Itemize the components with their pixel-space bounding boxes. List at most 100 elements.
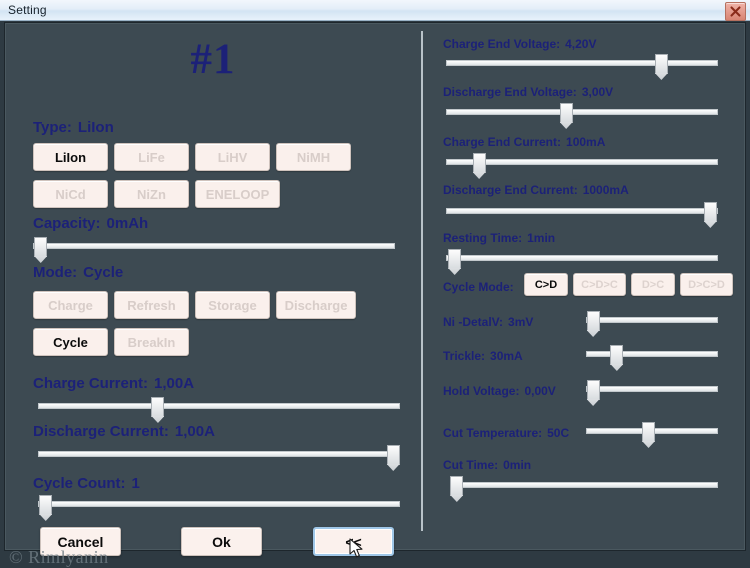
charge-end-voltage-slider[interactable] xyxy=(446,54,718,74)
slider-track xyxy=(33,243,395,249)
discharge-current-label-text: Discharge Current: xyxy=(33,423,169,440)
type-button-eneloop[interactable]: ENELOOP xyxy=(195,180,280,208)
title-bar: Setting xyxy=(0,0,750,21)
discharge-end-voltage-slider[interactable] xyxy=(446,103,718,123)
type-label-text: Type: xyxy=(33,119,72,136)
discharge-current-label: Discharge Current: 1,00A xyxy=(33,423,215,440)
cut-time-label: Cut Time: 0min xyxy=(443,458,531,472)
cycle-count-label-text: Cycle Count: xyxy=(33,475,126,492)
slider-thumb[interactable] xyxy=(448,249,462,269)
cycle-mode-button-d-c-d[interactable]: D>C>D xyxy=(680,273,733,296)
discharge-end-current-slider[interactable] xyxy=(446,202,718,222)
charge-current-slider[interactable] xyxy=(38,397,400,417)
watermark: © Rimlyanin xyxy=(9,547,109,567)
resting-time-slider[interactable] xyxy=(446,249,718,269)
slider-thumb[interactable] xyxy=(586,380,600,400)
discharge-end-current-label-text: Discharge End Current: xyxy=(443,183,578,197)
cut-temperature-label-text: Cut Temperature: xyxy=(443,426,543,440)
cycle-mode-button-c-d-c[interactable]: C>D>C xyxy=(573,273,626,296)
slider-track xyxy=(446,159,718,165)
capacity-slider[interactable] xyxy=(33,237,395,257)
cycle-mode-button-d-c[interactable]: D>C xyxy=(631,273,675,296)
cut-time-slider[interactable] xyxy=(450,476,718,496)
cycle-count-slider[interactable] xyxy=(38,495,400,515)
mode-button-cycle[interactable]: Cycle xyxy=(33,328,108,356)
capacity-label: Capacity: 0mAh xyxy=(33,215,148,232)
ni-delta-v-slider[interactable] xyxy=(586,311,718,331)
trickle-label: Trickle: 30mA xyxy=(443,349,523,363)
slider-thumb[interactable] xyxy=(472,153,486,173)
mode-button-breakin[interactable]: BreakIn xyxy=(114,328,189,356)
charge-end-current-slider[interactable] xyxy=(446,153,718,173)
capacity-value: 0mAh xyxy=(106,215,149,232)
cycle-mode-label-text: Cycle Mode: xyxy=(443,280,514,294)
trickle-slider[interactable] xyxy=(586,345,718,365)
mode-button-storage[interactable]: Storage xyxy=(195,291,270,319)
charge-current-label: Charge Current: 1,00A xyxy=(33,375,194,392)
ni-delta-v-value: 3mV xyxy=(508,315,534,329)
mode-button-discharge[interactable]: Discharge xyxy=(276,291,356,319)
ni-delta-v-label: Ni -DetalV: 3mV xyxy=(443,315,533,329)
capacity-label-text: Capacity: xyxy=(33,215,101,232)
slider-thumb[interactable] xyxy=(450,476,464,496)
type-button-nicd[interactable]: NiCd xyxy=(33,180,108,208)
discharge-end-current-value: 1000mA xyxy=(582,183,629,197)
slider-thumb[interactable] xyxy=(34,237,48,257)
ni-delta-v-label-text: Ni -DetalV: xyxy=(443,315,504,329)
slider-track xyxy=(586,317,718,323)
mode-button-charge[interactable]: Charge xyxy=(33,291,108,319)
cut-temperature-label: Cut Temperature: 50C xyxy=(443,426,569,440)
slider-thumb[interactable] xyxy=(559,103,573,123)
type-button-lihv[interactable]: LiHV xyxy=(195,143,270,171)
resting-time-value: 1min xyxy=(527,231,556,245)
slider-track xyxy=(446,208,718,214)
cycle-mode-button-c-d[interactable]: C>D xyxy=(524,273,568,296)
slider-track xyxy=(586,386,718,392)
slider-track xyxy=(586,351,718,357)
slider-thumb[interactable] xyxy=(39,495,53,515)
window-title: Setting xyxy=(8,3,47,17)
type-label: Type: LiIon xyxy=(33,119,114,136)
cut-time-label-text: Cut Time: xyxy=(443,458,499,472)
type-button-nimh[interactable]: NiMH xyxy=(276,143,351,171)
close-button[interactable] xyxy=(725,2,746,21)
slider-thumb[interactable] xyxy=(386,445,400,465)
trickle-label-text: Trickle: xyxy=(443,349,486,363)
slider-track xyxy=(446,255,718,261)
slider-thumb[interactable] xyxy=(586,311,600,331)
slider-track xyxy=(446,60,718,66)
cut-time-value: 0min xyxy=(503,458,532,472)
slider-track xyxy=(451,482,718,488)
right-panel: Charge End Voltage: 4,20V Discharge End V… xyxy=(423,23,747,552)
slider-track xyxy=(38,451,400,457)
setting-window: Setting #1 Type: LiIon LiIon LiFe LiHV Ni… xyxy=(0,0,750,567)
slider-thumb[interactable] xyxy=(151,397,165,417)
hold-voltage-label-text: Hold Voltage: xyxy=(443,384,520,398)
charge-end-current-label-text: Charge End Current: xyxy=(443,135,562,149)
slider-thumb[interactable] xyxy=(654,54,668,74)
resting-time-label: Resting Time: 1min xyxy=(443,231,555,245)
hold-voltage-slider[interactable] xyxy=(586,380,718,400)
cut-temperature-slider[interactable] xyxy=(586,422,718,442)
discharge-current-slider[interactable] xyxy=(38,445,400,465)
type-button-life[interactable]: LiFe xyxy=(114,143,189,171)
slider-thumb[interactable] xyxy=(642,422,656,442)
slider-thumb[interactable] xyxy=(703,202,717,222)
discharge-end-voltage-value: 3,00V xyxy=(581,85,614,99)
ok-button[interactable]: Ok xyxy=(181,527,262,556)
discharge-end-current-label: Discharge End Current: 1000mA xyxy=(443,183,629,197)
mode-label-text: Mode: xyxy=(33,264,78,281)
discharge-end-voltage-label-text: Discharge End Voltage: xyxy=(443,85,577,99)
charge-current-label-text: Charge Current: xyxy=(33,375,149,392)
slider-thumb[interactable] xyxy=(610,345,624,365)
hold-voltage-value: 0,00V xyxy=(524,384,556,398)
resting-time-label-text: Resting Time: xyxy=(443,231,523,245)
cycle-count-label: Cycle Count: 1 xyxy=(33,475,140,492)
type-button-liion[interactable]: LiIon xyxy=(33,143,108,171)
type-value: LiIon xyxy=(77,119,114,136)
type-button-nizn[interactable]: NiZn xyxy=(114,180,189,208)
mode-button-refresh[interactable]: Refresh xyxy=(114,291,189,319)
mode-value: Cycle xyxy=(83,264,124,281)
settings-dialog: #1 Type: LiIon LiIon LiFe LiHV NiMH NiCd … xyxy=(4,22,747,567)
trickle-value: 30mA xyxy=(490,349,523,363)
